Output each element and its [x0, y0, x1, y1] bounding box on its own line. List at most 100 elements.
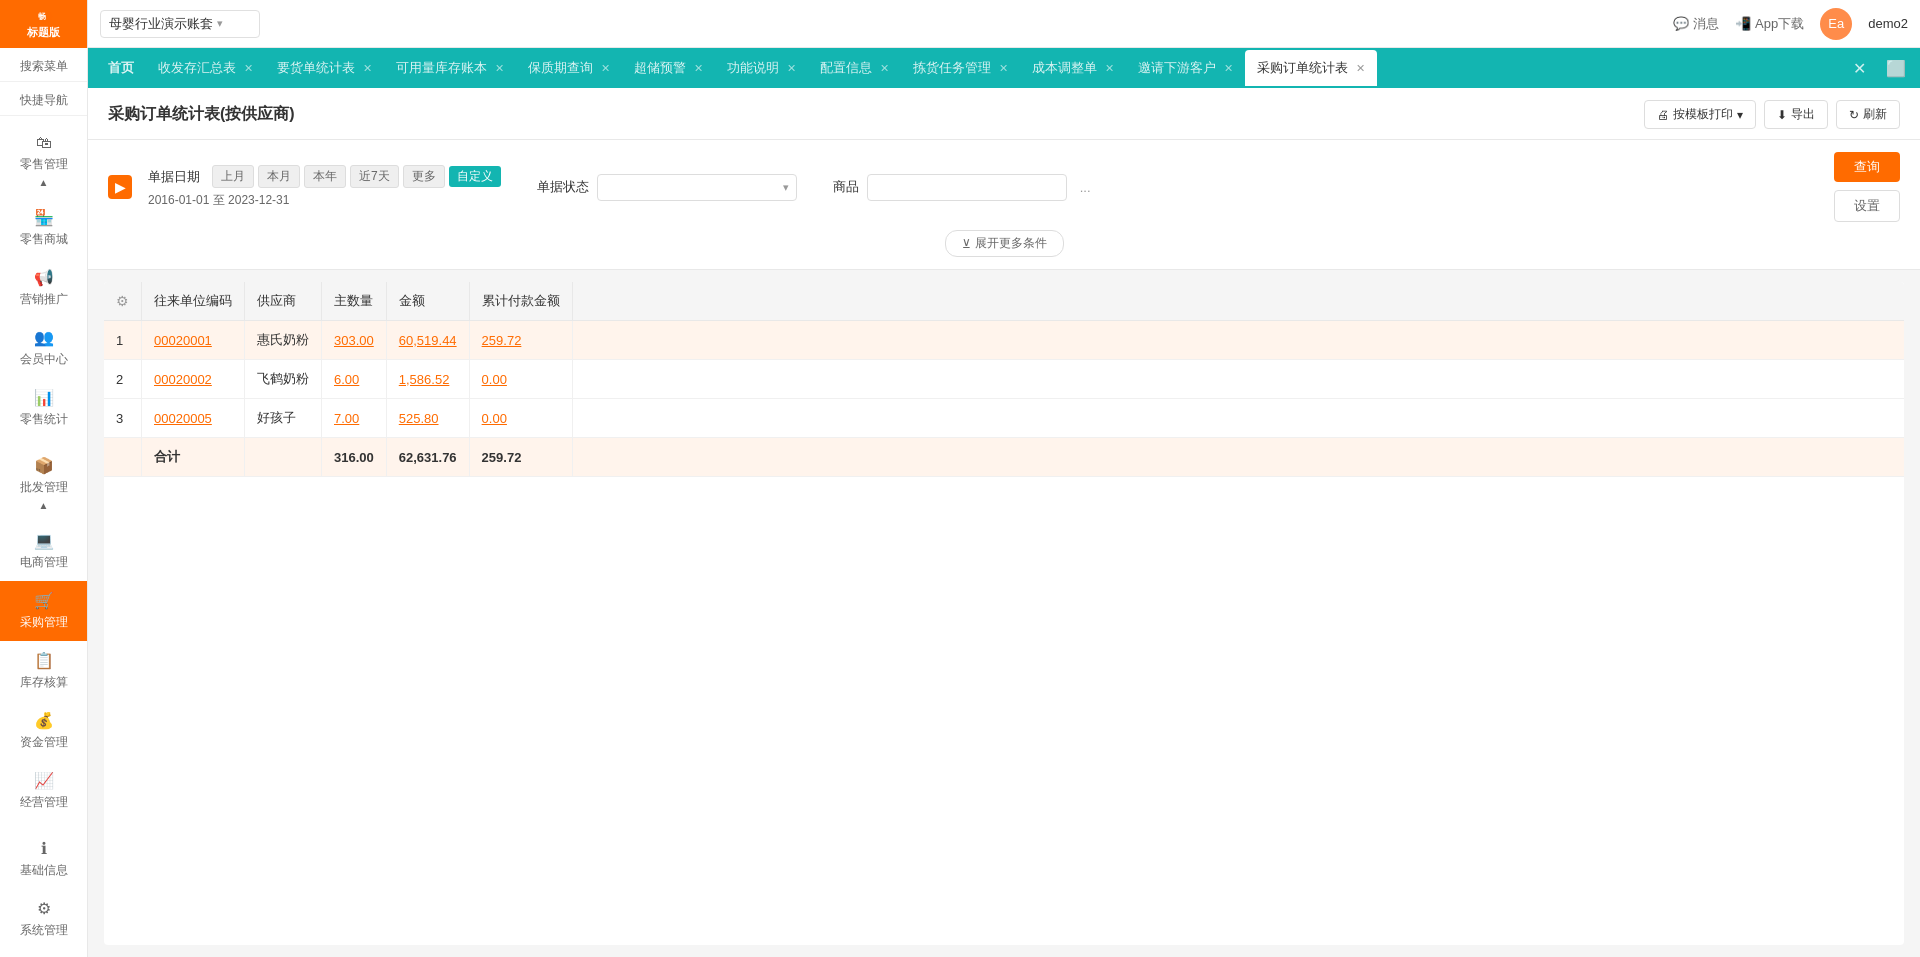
qty-link[interactable]: 7.00: [334, 411, 359, 426]
sidebar-item-ecommerce[interactable]: 💻 电商管理: [0, 521, 87, 581]
quicknav-label[interactable]: 快捷导航: [20, 93, 68, 107]
sidebar-quicknav[interactable]: 快捷导航: [0, 82, 87, 116]
tab-home-label: 首页: [108, 59, 134, 77]
tab-close-icon[interactable]: ✕: [999, 62, 1008, 75]
sidebar-item-label: 采购管理: [20, 614, 68, 631]
commodity-more-button[interactable]: ...: [1075, 175, 1096, 200]
sidebar-item-wholesale[interactable]: 📦 批发管理 ▲: [0, 446, 87, 521]
sidebar-item-enterprise[interactable]: 🤝 企业协同: [0, 949, 87, 957]
refresh-icon: ↻: [1849, 108, 1859, 122]
tab-shelf-life[interactable]: 保质期查询 ✕: [516, 50, 622, 86]
search-menu-label[interactable]: 搜索菜单: [20, 59, 68, 73]
sidebar-item-inventory[interactable]: 📋 库存核算: [0, 641, 87, 701]
amount-link[interactable]: 1,586.52: [399, 372, 450, 387]
tab-close-icon[interactable]: ✕: [495, 62, 504, 75]
commodity-filter-label: 商品: [833, 178, 859, 196]
main-wrapper: 母婴行业演示账套 ▾ 💬 消息 📲 App下载 Ea demo2 首页 收发存汇…: [88, 0, 1920, 957]
footer-amount: 62,631.76: [386, 438, 469, 477]
expand-more-button[interactable]: ⊻ 展开更多条件: [945, 230, 1064, 257]
tab-close-icon[interactable]: ✕: [601, 62, 610, 75]
sidebar-search[interactable]: 搜索菜单: [0, 48, 87, 82]
shortcut-this-year[interactable]: 本年: [304, 165, 346, 188]
logo-text: 标题版: [27, 25, 60, 40]
footer-empty-1: [104, 438, 142, 477]
sidebar-item-purchase[interactable]: 🛒 采购管理: [0, 581, 87, 641]
qty-link[interactable]: 303.00: [334, 333, 374, 348]
amount-link[interactable]: 525.80: [399, 411, 439, 426]
paid-link[interactable]: 259.72: [482, 333, 522, 348]
shortcut-more[interactable]: 更多: [403, 165, 445, 188]
paid-link[interactable]: 0.00: [482, 372, 507, 387]
template-print-button[interactable]: 🖨 按模板打印 ▾: [1644, 100, 1756, 129]
tab-purchase-order-stats[interactable]: 采购订单统计表 ✕: [1245, 50, 1377, 86]
sidebar-item-marketing[interactable]: 📢 营销推广: [0, 258, 87, 318]
status-select[interactable]: [597, 174, 797, 201]
tab-close-icon[interactable]: ✕: [787, 62, 796, 75]
app-download-label: App下载: [1755, 15, 1804, 33]
workspace-selector[interactable]: 母婴行业演示账套 ▾: [100, 10, 260, 38]
tab-order-stats[interactable]: 要货单统计表 ✕: [265, 50, 384, 86]
unit-code-link[interactable]: 00020002: [154, 372, 212, 387]
tab-available-inventory[interactable]: 可用量库存账本 ✕: [384, 50, 516, 86]
qty-link[interactable]: 6.00: [334, 372, 359, 387]
sidebar-item-label: 库存核算: [20, 674, 68, 691]
sidebar-item-finance[interactable]: 💰 资金管理: [0, 701, 87, 761]
tab-close-icon[interactable]: ✕: [1105, 62, 1114, 75]
cell-paid: 259.72: [469, 321, 572, 360]
message-button[interactable]: 💬 消息: [1673, 15, 1719, 33]
message-icon: 💬: [1673, 16, 1689, 31]
sidebar-item-retail-mall[interactable]: 🏪 零售商城: [0, 198, 87, 258]
tab-close-icon[interactable]: ✕: [880, 62, 889, 75]
tab-label: 功能说明: [727, 59, 779, 77]
app-download-button[interactable]: 📲 App下载: [1735, 15, 1804, 33]
template-print-label: 按模板打印: [1673, 106, 1733, 123]
sidebar-item-retail-stats[interactable]: 📊 零售统计: [0, 378, 87, 438]
user-avatar[interactable]: Ea: [1820, 8, 1852, 40]
custom-date-tag[interactable]: 自定义: [449, 166, 501, 187]
sidebar-item-retail-mgmt[interactable]: 🛍 零售管理 ▲: [0, 124, 87, 198]
query-button[interactable]: 查询: [1834, 152, 1900, 182]
cell-extra: [572, 321, 1904, 360]
tab-receive-summary[interactable]: 收发存汇总表 ✕: [146, 50, 265, 86]
filter-settings-button[interactable]: 设置: [1834, 190, 1900, 222]
tab-config[interactable]: 配置信息 ✕: [808, 50, 901, 86]
tab-label: 拣货任务管理: [913, 59, 991, 77]
sidebar: 畅 标题版 搜索菜单 快捷导航 🛍 零售管理 ▲ 🏪 零售商城 📢 营销推广 👥…: [0, 0, 88, 957]
cell-extra: [572, 399, 1904, 438]
tab-home[interactable]: 首页: [96, 50, 146, 86]
shortcut-last-month[interactable]: 上月: [212, 165, 254, 188]
tab-cost-adjust[interactable]: 成本调整单 ✕: [1020, 50, 1126, 86]
commodity-input[interactable]: [867, 174, 1067, 201]
filter-toggle-button[interactable]: ▶: [108, 175, 132, 199]
sidebar-item-operation[interactable]: 📈 经营管理: [0, 761, 87, 821]
tab-close-icon[interactable]: ✕: [694, 62, 703, 75]
sidebar-item-member[interactable]: 👥 会员中心: [0, 318, 87, 378]
export-button[interactable]: ⬇ 导出: [1764, 100, 1828, 129]
sidebar-item-system[interactable]: ⚙ 系统管理: [0, 889, 87, 949]
shortcut-this-month[interactable]: 本月: [258, 165, 300, 188]
sidebar-item-basic-info[interactable]: ℹ 基础信息: [0, 829, 87, 889]
basic-info-icon: ℹ: [41, 839, 47, 858]
tab-picking-task[interactable]: 拣货任务管理 ✕: [901, 50, 1020, 86]
close-window-button[interactable]: ✕: [1847, 57, 1872, 80]
unit-code-link[interactable]: 00020005: [154, 411, 212, 426]
column-settings-icon[interactable]: ⚙: [116, 293, 129, 309]
tab-features[interactable]: 功能说明 ✕: [715, 50, 808, 86]
refresh-button[interactable]: ↻ 刷新: [1836, 100, 1900, 129]
th-extra: [572, 282, 1904, 321]
maximize-window-button[interactable]: ⬜: [1880, 57, 1912, 80]
amount-link[interactable]: 60,519.44: [399, 333, 457, 348]
tab-close-active-icon[interactable]: ✕: [1356, 62, 1365, 75]
query-btn-group: 查询 设置: [1834, 152, 1900, 222]
tab-invite-customer[interactable]: 邀请下游客户 ✕: [1126, 50, 1245, 86]
tab-close-icon[interactable]: ✕: [363, 62, 372, 75]
cell-paid: 0.00: [469, 399, 572, 438]
date-range-display: 2016-01-01 至 2023-12-31: [148, 192, 501, 209]
shortcut-7days[interactable]: 近7天: [350, 165, 399, 188]
tab-close-icon[interactable]: ✕: [1224, 62, 1233, 75]
tab-close-icon[interactable]: ✕: [244, 62, 253, 75]
tab-overstock[interactable]: 超储预警 ✕: [622, 50, 715, 86]
paid-link[interactable]: 0.00: [482, 411, 507, 426]
unit-code-link[interactable]: 00020001: [154, 333, 212, 348]
page-header: 采购订单统计表(按供应商) 🖨 按模板打印 ▾ ⬇ 导出 ↻ 刷新: [88, 88, 1920, 140]
